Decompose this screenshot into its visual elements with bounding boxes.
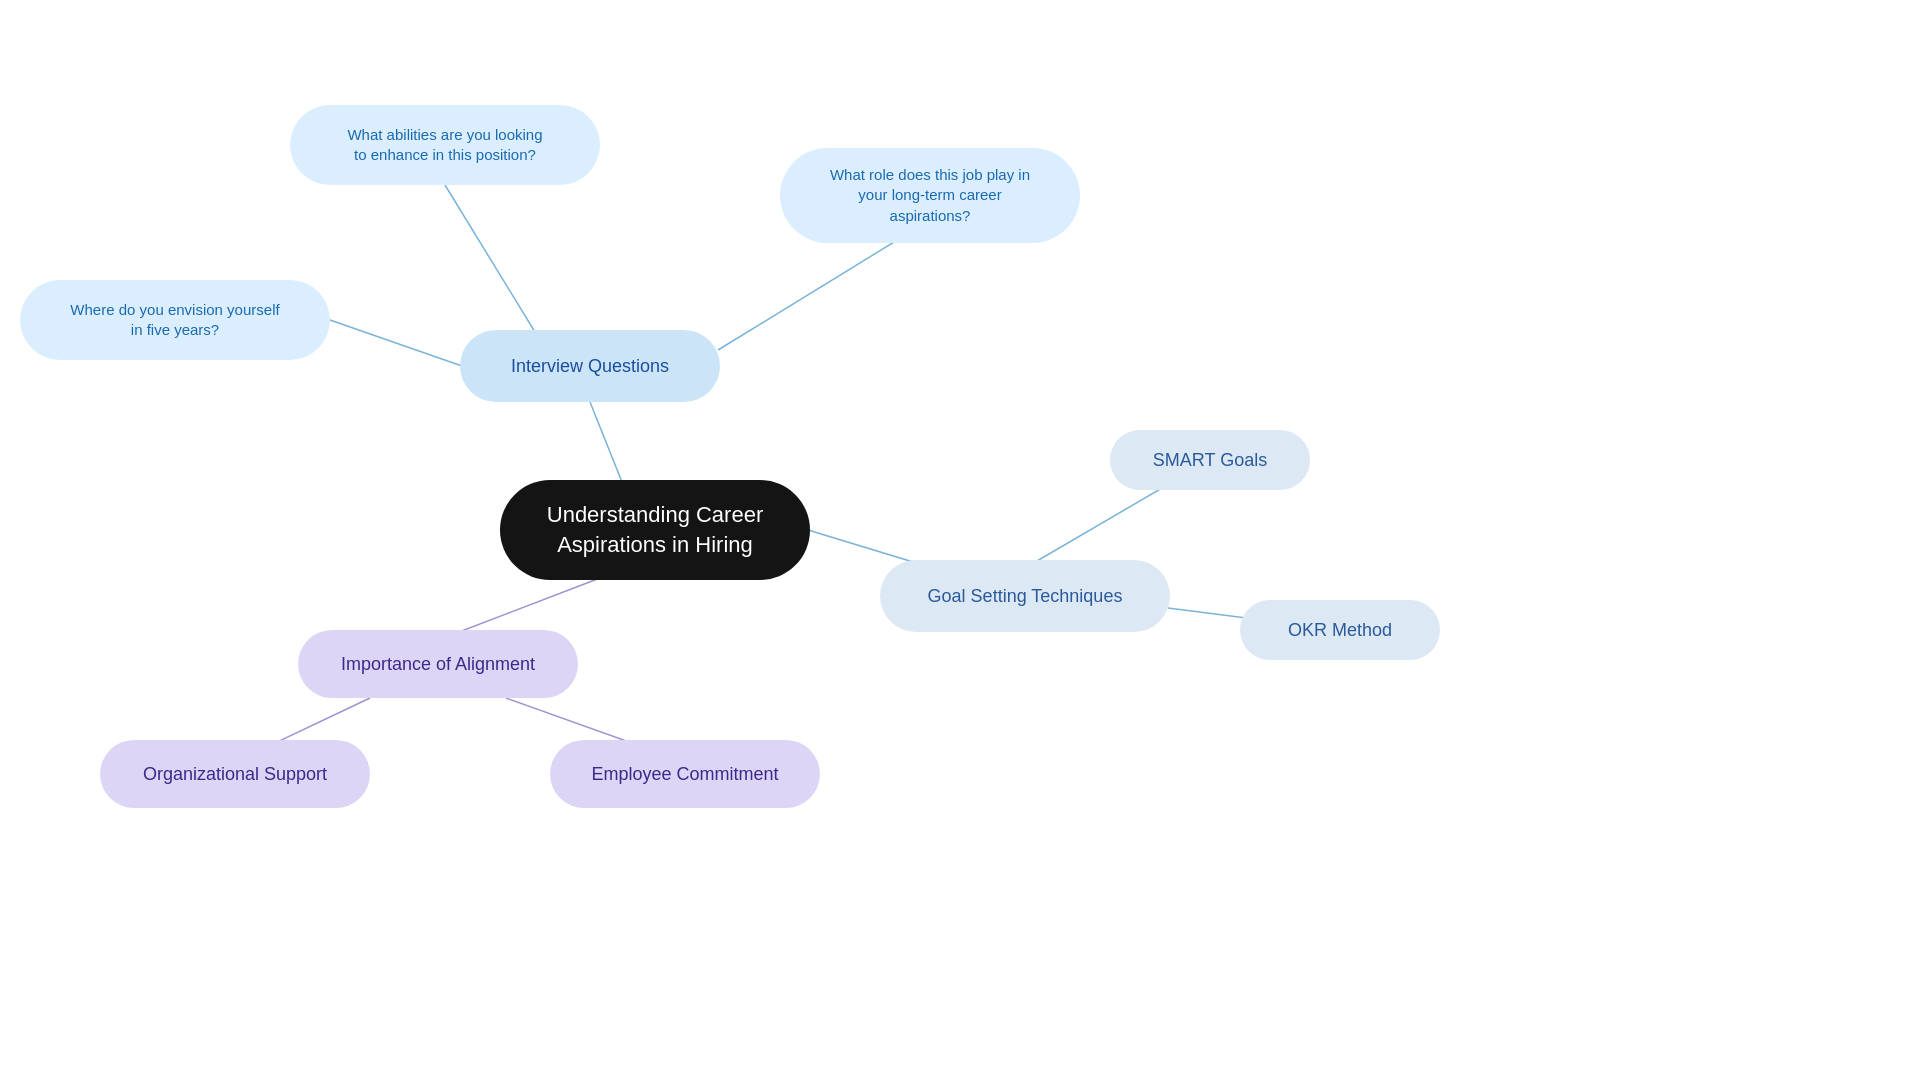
interview-questions-node: Interview Questions [460,330,720,402]
employee-label: Employee Commitment [591,762,778,786]
okr-method-node: OKR Method [1240,600,1440,660]
alignment-node: Importance of Alignment [298,630,578,698]
employee-commitment-node: Employee Commitment [550,740,820,808]
envision-label: Where do you envision yourself in five y… [70,300,279,341]
center-label: Understanding Career Aspirations in Hiri… [547,500,763,559]
okr-label: OKR Method [1288,618,1392,642]
role-node: What role does this job play in your lon… [780,148,1080,243]
interview-label: Interview Questions [511,354,669,378]
envision-node: Where do you envision yourself in five y… [20,280,330,360]
goal-setting-node: Goal Setting Techniques [880,560,1170,632]
smart-label: SMART Goals [1153,448,1267,472]
svg-line-2 [330,320,462,366]
goal-setting-label: Goal Setting Techniques [928,584,1123,608]
svg-line-0 [590,402,622,482]
smart-goals-node: SMART Goals [1110,430,1310,490]
svg-line-1 [445,185,535,332]
abilities-label: What abilities are you looking to enhanc… [347,125,542,166]
alignment-label: Importance of Alignment [341,652,535,676]
role-label: What role does this job play in your lon… [830,165,1030,226]
abilities-node: What abilities are you looking to enhanc… [290,105,600,185]
org-support-node: Organizational Support [100,740,370,808]
center-node: Understanding Career Aspirations in Hiri… [500,480,810,580]
org-label: Organizational Support [143,762,327,786]
